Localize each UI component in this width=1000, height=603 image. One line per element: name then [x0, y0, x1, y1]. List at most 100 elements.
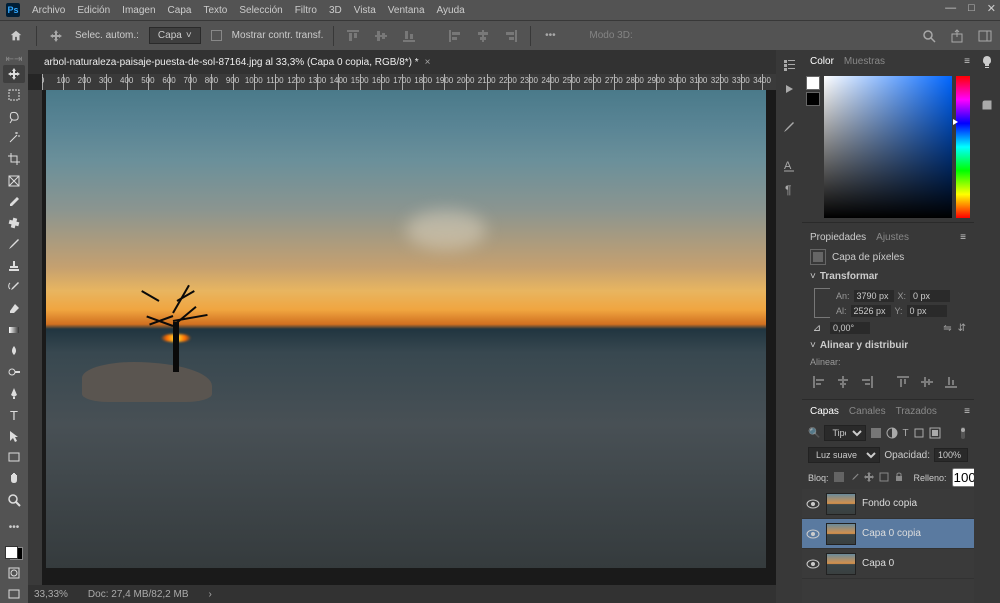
frame-tool[interactable]: [3, 171, 25, 189]
filter-text-icon[interactable]: T: [902, 428, 908, 439]
tab-color[interactable]: Color: [810, 56, 834, 67]
share-icon[interactable]: [948, 27, 966, 45]
zoom-tool[interactable]: [3, 491, 25, 509]
filter-shape-icon[interactable]: [913, 427, 925, 439]
actions-panel-icon[interactable]: [778, 78, 800, 100]
menu-seleccion[interactable]: Selección: [239, 5, 282, 16]
history-panel-icon[interactable]: [778, 54, 800, 76]
close-icon[interactable]: ✕: [987, 2, 996, 15]
filter-toggle-icon[interactable]: [958, 426, 968, 440]
menu-ayuda[interactable]: Ayuda: [437, 5, 465, 16]
transform-section-header[interactable]: ˅ Transformar: [802, 267, 974, 286]
align-hcenter-btn[interactable]: [834, 373, 852, 391]
history-brush-tool[interactable]: [3, 278, 25, 296]
tab-canales[interactable]: Canales: [849, 406, 886, 417]
edit-toolbar-icon[interactable]: •••: [3, 518, 25, 536]
lock-position-icon[interactable]: [849, 472, 859, 484]
brush-tool[interactable]: [3, 235, 25, 253]
align-hcenter-icon[interactable]: [474, 27, 492, 45]
color-swatch[interactable]: [5, 546, 23, 561]
filter-smart-icon[interactable]: [929, 427, 941, 439]
foreground-color-swatch[interactable]: [5, 546, 18, 559]
gradient-tool[interactable]: [3, 320, 25, 338]
align-bottom-btn[interactable]: [942, 373, 960, 391]
y-input[interactable]: [907, 305, 947, 317]
status-chevron-icon[interactable]: ›: [209, 589, 212, 600]
canvas[interactable]: [42, 90, 776, 585]
quick-mask-icon[interactable]: [3, 563, 25, 581]
blur-tool[interactable]: [3, 342, 25, 360]
foreground-color[interactable]: [806, 76, 820, 90]
text-tool[interactable]: T: [3, 406, 25, 424]
width-input[interactable]: [854, 290, 894, 302]
more-align-icon[interactable]: •••: [541, 27, 559, 45]
align-top-btn[interactable]: [894, 373, 912, 391]
layer-name[interactable]: Capa 0 copia: [862, 528, 921, 539]
close-tab-icon[interactable]: ×: [425, 57, 431, 68]
panel-menu-icon[interactable]: ≡: [964, 56, 970, 67]
pen-tool[interactable]: [3, 384, 25, 402]
menu-vista[interactable]: Vista: [354, 5, 376, 16]
character-panel-icon[interactable]: A: [778, 154, 800, 176]
zoom-level[interactable]: 33,33%: [34, 589, 68, 600]
magic-wand-tool[interactable]: [3, 129, 25, 147]
move-tool[interactable]: [3, 65, 25, 83]
layer-name[interactable]: Fondo copia: [862, 498, 917, 509]
menu-texto[interactable]: Texto: [203, 5, 227, 16]
eraser-tool[interactable]: [3, 299, 25, 317]
hue-slider[interactable]: [956, 76, 970, 218]
blend-mode-dropdown[interactable]: Luz suave: [808, 447, 880, 463]
filter-pixel-icon[interactable]: [870, 427, 882, 439]
shape-tool[interactable]: [3, 448, 25, 466]
lock-artboard-icon[interactable]: [879, 472, 889, 484]
align-right-icon[interactable]: [502, 27, 520, 45]
menu-edicion[interactable]: Edición: [77, 5, 110, 16]
align-vcenter-icon[interactable]: [372, 27, 390, 45]
paragraph-panel-icon[interactable]: ¶: [778, 178, 800, 200]
flip-h-icon[interactable]: ⇋: [943, 323, 951, 334]
tab-capas[interactable]: Capas: [810, 406, 839, 417]
brush-panel-icon[interactable]: [778, 116, 800, 138]
align-left-btn[interactable]: [810, 373, 828, 391]
opacity-input[interactable]: [934, 448, 968, 462]
link-wh-icon[interactable]: [814, 288, 830, 318]
align-left-icon[interactable]: [446, 27, 464, 45]
healing-tool[interactable]: [3, 214, 25, 232]
search-icon[interactable]: [920, 27, 938, 45]
hand-tool[interactable]: [3, 469, 25, 487]
panel-menu-icon[interactable]: ≡: [964, 406, 970, 417]
align-section-header[interactable]: ˅ Alinear y distribuir: [802, 336, 974, 355]
align-vcenter-btn[interactable]: [918, 373, 936, 391]
lasso-tool[interactable]: [3, 108, 25, 126]
menu-filtro[interactable]: Filtro: [295, 5, 317, 16]
filter-type-dropdown[interactable]: Tipo: [824, 425, 866, 441]
color-field[interactable]: [824, 76, 952, 218]
align-right-btn[interactable]: [858, 373, 876, 391]
dodge-tool[interactable]: [3, 363, 25, 381]
lightbulb-icon[interactable]: [979, 54, 995, 70]
home-button[interactable]: [6, 26, 26, 46]
stamp-tool[interactable]: [3, 257, 25, 275]
tab-trazados[interactable]: Trazados: [896, 406, 937, 417]
lock-all-icon[interactable]: [894, 472, 904, 484]
workspace-icon[interactable]: [976, 27, 994, 45]
show-transform-checkbox[interactable]: [211, 30, 222, 41]
tab-muestras[interactable]: Muestras: [844, 56, 885, 67]
height-input[interactable]: [851, 305, 891, 317]
tab-propiedades[interactable]: Propiedades: [810, 232, 866, 243]
eyedropper-tool[interactable]: [3, 193, 25, 211]
maximize-icon[interactable]: □: [968, 2, 975, 15]
path-selection-tool[interactable]: [3, 427, 25, 445]
menu-3d[interactable]: 3D: [329, 5, 342, 16]
document-tab[interactable]: arbol-naturaleza-paisaje-puesta-de-sol-8…: [34, 53, 441, 72]
menu-archivo[interactable]: Archivo: [32, 5, 65, 16]
menu-imagen[interactable]: Imagen: [122, 5, 155, 16]
panel-menu-icon[interactable]: ≡: [960, 232, 966, 243]
visibility-eye-icon[interactable]: [806, 497, 820, 511]
visibility-eye-icon[interactable]: [806, 527, 820, 541]
angle-input[interactable]: [830, 322, 870, 334]
layer-row[interactable]: Capa 0 copia: [802, 519, 974, 549]
background-color[interactable]: [806, 92, 820, 106]
lock-move-icon[interactable]: [864, 472, 874, 484]
doc-size-info[interactable]: Doc: 27,4 MB/82,2 MB: [88, 589, 189, 600]
